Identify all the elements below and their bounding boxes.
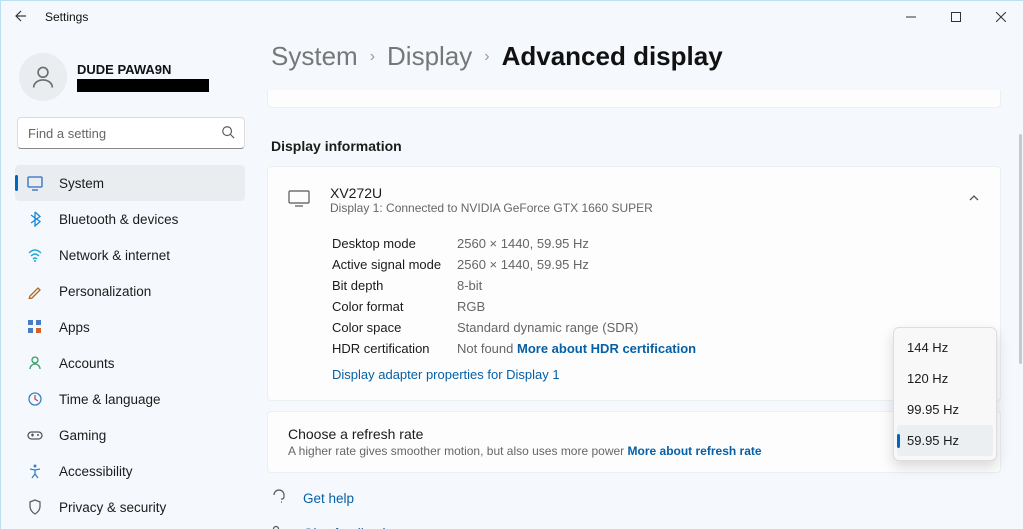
- spec-value: RGB: [457, 299, 485, 314]
- sidebar: DUDE PAWA9N System Bluetooth & devices Net…: [1, 33, 259, 529]
- bluetooth-icon: [27, 211, 43, 227]
- search-icon: [221, 125, 235, 144]
- nav-label: Bluetooth & devices: [59, 212, 178, 227]
- titlebar: Settings: [1, 1, 1023, 33]
- close-button[interactable]: [978, 2, 1023, 32]
- avatar: [19, 53, 67, 101]
- nav-label: System: [59, 176, 104, 191]
- chevron-up-icon[interactable]: [968, 191, 980, 209]
- refresh-option[interactable]: 59.95 Hz: [897, 425, 993, 456]
- sidebar-item-bluetooth-devices[interactable]: Bluetooth & devices: [15, 201, 245, 237]
- nav-label: Time & language: [59, 392, 161, 407]
- accounts-icon: [27, 355, 43, 371]
- sidebar-item-accounts[interactable]: Accounts: [15, 345, 245, 381]
- give-feedback-link[interactable]: Give feedback: [303, 526, 389, 529]
- section-title-display-info: Display information: [271, 138, 1001, 154]
- get-help-link[interactable]: Get help: [303, 491, 354, 506]
- sidebar-item-system[interactable]: System: [15, 165, 245, 201]
- maximize-button[interactable]: [933, 2, 978, 32]
- collapsed-card[interactable]: [267, 90, 1001, 108]
- spec-row: Desktop mode2560 × 1440, 59.95 Hz: [288, 233, 980, 254]
- spec-label: Desktop mode: [332, 236, 457, 251]
- crumb-system[interactable]: System: [271, 41, 358, 72]
- display-info-card: XV272U Display 1: Connected to NVIDIA Ge…: [267, 166, 1001, 401]
- spec-value: 2560 × 1440, 59.95 Hz: [457, 236, 589, 251]
- chevron-right-icon: ›: [484, 48, 489, 66]
- hdr-label: HDR certification: [332, 341, 457, 356]
- app-title: Settings: [45, 10, 88, 24]
- refresh-rate-title: Choose a refresh rate: [288, 426, 762, 442]
- nav-list: System Bluetooth & devices Network & inter…: [15, 165, 259, 529]
- nav-label: Apps: [59, 320, 90, 335]
- sidebar-item-gaming[interactable]: Gaming: [15, 417, 245, 453]
- nav-label: Network & internet: [59, 248, 170, 263]
- accessibility-icon: [27, 463, 43, 479]
- nav-label: Privacy & security: [59, 500, 166, 515]
- sidebar-item-privacy-security[interactable]: Privacy & security: [15, 489, 245, 525]
- refresh-option[interactable]: 120 Hz: [897, 363, 993, 394]
- search-input[interactable]: [17, 117, 245, 149]
- nav-label: Accessibility: [59, 464, 133, 479]
- refresh-rate-link[interactable]: More about refresh rate: [628, 444, 762, 458]
- sidebar-item-personalization[interactable]: Personalization: [15, 273, 245, 309]
- breadcrumb: System › Display › Advanced display: [267, 41, 1001, 72]
- privacy-icon: [27, 499, 43, 515]
- spec-label: Active signal mode: [332, 257, 457, 272]
- nav-label: Personalization: [59, 284, 151, 299]
- help-icon: [271, 489, 287, 508]
- sidebar-item-network-internet[interactable]: Network & internet: [15, 237, 245, 273]
- monitor-name: XV272U: [330, 185, 653, 201]
- refresh-rate-card[interactable]: Choose a refresh rate A higher rate give…: [267, 411, 1001, 473]
- feedback-icon: [271, 524, 287, 529]
- spec-row: Color spaceStandard dynamic range (SDR): [288, 317, 980, 338]
- spec-value: 2560 × 1440, 59.95 Hz: [457, 257, 589, 272]
- spec-row: Active signal mode2560 × 1440, 59.95 Hz: [288, 254, 980, 275]
- display-adapter-link[interactable]: Display adapter properties for Display 1: [288, 359, 980, 386]
- network-icon: [27, 247, 43, 263]
- sidebar-item-windows-update[interactable]: Windows Update: [15, 525, 245, 529]
- spec-label: Color space: [332, 320, 457, 335]
- user-account-row[interactable]: DUDE PAWA9N: [15, 43, 259, 117]
- refresh-option[interactable]: 99.95 Hz: [897, 394, 993, 425]
- nav-label: Accounts: [59, 356, 115, 371]
- refresh-rate-dropdown: 144 Hz120 Hz99.95 Hz59.95 Hz: [893, 327, 997, 461]
- main-content: System › Display › Advanced display Disp…: [259, 33, 1023, 529]
- refresh-option[interactable]: 144 Hz: [897, 332, 993, 363]
- refresh-rate-sub: A higher rate gives smoother motion, but…: [288, 444, 624, 458]
- hdr-cert-link[interactable]: More about HDR certification: [517, 341, 696, 356]
- monitor-icon: [288, 189, 310, 212]
- sidebar-item-time-language[interactable]: Time & language: [15, 381, 245, 417]
- personalization-icon: [27, 283, 43, 299]
- nav-label: Gaming: [59, 428, 106, 443]
- user-email-redacted: [77, 79, 209, 92]
- chevron-right-icon: ›: [370, 48, 375, 66]
- spec-row: Color formatRGB: [288, 296, 980, 317]
- gaming-icon: [27, 427, 43, 443]
- back-arrow-icon[interactable]: [11, 8, 27, 27]
- user-name: DUDE PAWA9N: [77, 62, 209, 77]
- spec-label: Color format: [332, 299, 457, 314]
- time-icon: [27, 391, 43, 407]
- monitor-subtitle: Display 1: Connected to NVIDIA GeForce G…: [330, 201, 653, 215]
- apps-icon: [27, 319, 43, 335]
- spec-value: Standard dynamic range (SDR): [457, 320, 638, 335]
- sidebar-item-apps[interactable]: Apps: [15, 309, 245, 345]
- hdr-value: Not found: [457, 341, 513, 356]
- spec-value: 8-bit: [457, 278, 482, 293]
- system-icon: [27, 175, 43, 191]
- spec-label: Bit depth: [332, 278, 457, 293]
- sidebar-item-accessibility[interactable]: Accessibility: [15, 453, 245, 489]
- crumb-display[interactable]: Display: [387, 41, 472, 72]
- minimize-button[interactable]: [888, 2, 933, 32]
- scrollbar[interactable]: [1018, 134, 1023, 524]
- page-title: Advanced display: [502, 41, 723, 72]
- spec-row: Bit depth8-bit: [288, 275, 980, 296]
